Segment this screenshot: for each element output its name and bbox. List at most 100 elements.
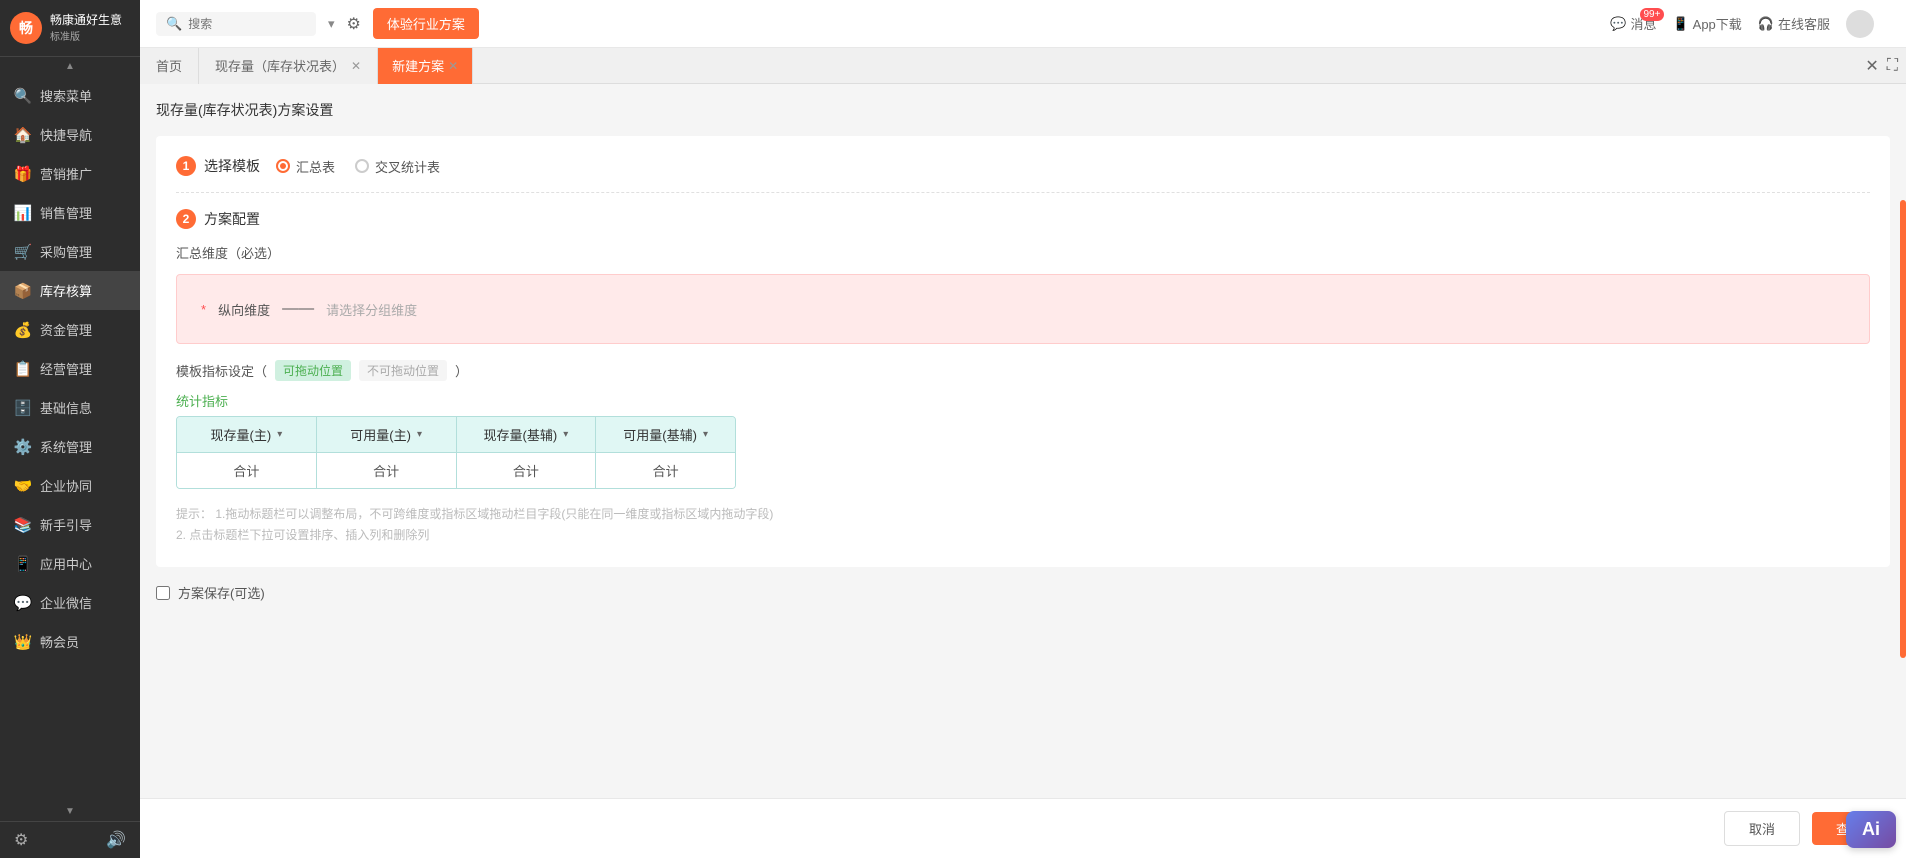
ai-badge[interactable]: Ai (1846, 811, 1896, 848)
main-area: 🔍 ▾ ⚙ 体验行业方案 💬 消息 99+ 📱 App下载 🎧 在线客服 (140, 0, 1906, 858)
non-draggable-badge: 不可拖动位置 (359, 360, 447, 381)
indicator-label-text: 模板指标设定（ (176, 361, 267, 380)
sidebar-item-sales[interactable]: 📊 销售管理 (0, 193, 140, 232)
notification-button[interactable]: 💬 消息 99+ (1610, 14, 1656, 33)
tab-inventory-status[interactable]: 现存量（库存状况表） ✕ (199, 48, 378, 84)
sidebar-label-wechat: 企业微信 (40, 593, 92, 612)
page-content: 现存量(库存状况表)方案设置 1 选择模板 汇总表 交叉统计表 (140, 84, 1906, 798)
system-icon: ⚙️ (14, 438, 32, 456)
indicator-table: 现存量(主)▾可用量(主)▾现存量(基辅)▾可用量(基辅)▾ 合计合计合计合计 (176, 416, 736, 489)
new-plan-tab-label: 新建方案 (392, 56, 444, 75)
new-plan-tab-close[interactable]: ✕ (448, 59, 458, 73)
avatar[interactable] (1846, 10, 1874, 38)
save-label: 方案保存(可选) (178, 583, 265, 602)
tips-section: 提示： 1.拖动标题栏可以调整布局，不可跨维度或指标区域拖动栏目字段(只能在同一… (176, 505, 1870, 543)
indicator-col-现存量(主)[interactable]: 现存量(主)▾ (177, 417, 317, 452)
trial-button[interactable]: 体验行业方案 (373, 8, 479, 39)
tab-new-plan[interactable]: 新建方案 ✕ (378, 48, 473, 84)
sidebar-label-newbie: 新手引导 (40, 515, 92, 534)
cancel-button[interactable]: 取消 (1724, 811, 1800, 846)
page-title: 现存量(库存状况表)方案设置 (156, 100, 1890, 120)
step1-num: 1 (176, 156, 196, 176)
sidebar-item-wechat[interactable]: 💬企业微信 (0, 583, 140, 622)
sidebar-scroll-up[interactable]: ▲ (0, 57, 140, 76)
save-checkbox[interactable] (156, 586, 170, 600)
sidebar-item-shortcut[interactable]: 🏠快捷导航 (0, 115, 140, 154)
dimension-placeholder: 请选择分组维度 (326, 300, 417, 319)
sidebar-item-marketing[interactable]: 🎁营销推广 (0, 154, 140, 193)
sidebar-item-search[interactable]: 🔍搜索菜单 (0, 76, 140, 115)
dimension-section-label: 汇总维度（必选） (176, 243, 1870, 262)
indicator-col-现存量(基辅)[interactable]: 现存量(基辅)▾ (457, 417, 597, 452)
sidebar-item-vip[interactable]: 👑畅会员 (0, 622, 140, 661)
sound-icon[interactable]: 🔊 (106, 830, 126, 850)
dropdown-icon[interactable]: ▾ (328, 16, 335, 32)
search-input[interactable] (188, 17, 298, 31)
radio-cross-label: 交叉统计表 (375, 157, 440, 176)
indicator-settings: 模板指标设定（ 可拖动位置 不可拖动位置 ） 统计指标 现存量(主)▾可用量(主… (176, 360, 1870, 489)
sidebar-scroll-down[interactable]: ▼ (0, 802, 140, 821)
chevron-down-icon: ▾ (703, 429, 708, 440)
tip-line-1: 提示： 1.拖动标题栏可以调整布局，不可跨维度或指标区域拖动栏目字段(只能在同一… (176, 505, 1870, 522)
vip-icon: 👑 (14, 633, 32, 651)
service-button[interactable]: 🎧 在线客服 (1758, 14, 1830, 33)
sidebar-logo: 畅 畅康通好生意 标准版 (0, 0, 140, 57)
gear-icon[interactable]: ⚙ (347, 14, 361, 34)
newbie-icon: 📚 (14, 516, 32, 534)
save-option: 方案保存(可选) (156, 583, 1890, 602)
sidebar-item-appcenter[interactable]: 📱应用中心 (0, 544, 140, 583)
dimension-area[interactable]: * 纵向维度 —— 请选择分组维度 (176, 274, 1870, 344)
headset-icon: 🎧 (1758, 16, 1774, 32)
sidebar-label-corp: 企业协同 (40, 476, 92, 495)
tabbar: 首页 现存量（库存状况表） ✕ 新建方案 ✕ ✕ ⛶ (140, 48, 1906, 84)
draggable-badge: 可拖动位置 (275, 360, 351, 381)
sidebar-label-system: 系统管理 (40, 437, 92, 456)
topbar: 🔍 ▾ ⚙ 体验行业方案 💬 消息 99+ 📱 App下载 🎧 在线客服 (140, 0, 1906, 48)
close-tab-button[interactable]: ✕ (1865, 56, 1878, 76)
sidebar-item-newbie[interactable]: 📚 新手引导 (0, 505, 140, 544)
step1-title: 选择模板 (204, 156, 260, 176)
sidebar-label-basic: 基础信息 (40, 398, 92, 417)
inventory-tab-close[interactable]: ✕ (351, 59, 361, 73)
radio-cross[interactable]: 交叉统计表 (355, 157, 440, 176)
config-card: 1 选择模板 汇总表 交叉统计表 (156, 136, 1890, 567)
sidebar: 畅 畅康通好生意 标准版 ▲ 🔍搜索菜单🏠快捷导航🎁营销推广 📊 销售管理 🛒采购管理… (0, 0, 140, 858)
basic-icon: 🗄️ (14, 399, 32, 417)
app-download-button[interactable]: 📱 App下载 (1672, 14, 1741, 33)
search-bar[interactable]: 🔍 (156, 12, 316, 36)
sidebar-item-purchase[interactable]: 🛒采购管理 (0, 232, 140, 271)
indicator-col-可用量(基辅)[interactable]: 可用量(基辅)▾ (596, 417, 735, 452)
dimension-label: 纵向维度 (218, 300, 270, 319)
radio-summary[interactable]: 汇总表 (276, 157, 335, 176)
finance-icon: 💰 (14, 321, 32, 339)
tips-label: 提示： (176, 507, 212, 521)
chevron-down-icon: ▾ (563, 429, 568, 440)
indicator-col-可用量(主)[interactable]: 可用量(主)▾ (317, 417, 457, 452)
sales-icon: 📊 (14, 204, 32, 222)
sidebar-item-finance[interactable]: 💰资金管理 (0, 310, 140, 349)
expand-tab-button[interactable]: ⛶ (1887, 57, 1898, 75)
notif-badge: 99+ (1640, 8, 1665, 21)
sidebar-item-inventory[interactable]: 📦库存核算 (0, 271, 140, 310)
indicator-table-row-0: 合计合计合计合计 (177, 452, 735, 488)
right-scroll-strip[interactable] (1900, 200, 1906, 658)
dimension-row: * 纵向维度 —— 请选择分组维度 (201, 300, 417, 319)
sidebar-label-sales: 销售管理 (40, 203, 92, 222)
tip-line-2: 2. 点击标题栏下拉可设置排序、插入列和删除列 (176, 526, 1870, 543)
sidebar-label-shortcut: 快捷导航 (40, 125, 92, 144)
sidebar-item-corp[interactable]: 🤝 企业协同 (0, 466, 140, 505)
search-icon: 🔍 (166, 16, 182, 32)
sidebar-item-ops[interactable]: 📋经营管理 (0, 349, 140, 388)
sidebar-bottom: ⚙ 🔊 (0, 821, 140, 858)
stats-section-label: 统计指标 (176, 391, 1870, 410)
settings-icon[interactable]: ⚙ (14, 830, 28, 850)
sidebar-item-basic[interactable]: 🗄️ 基础信息 (0, 388, 140, 427)
corp-icon: 🤝 (14, 477, 32, 495)
indicator-cell-0-3: 合计 (596, 453, 735, 488)
tab-home[interactable]: 首页 (140, 48, 199, 84)
step2-header: 2 方案配置 (176, 209, 1870, 229)
radio-summary-label: 汇总表 (296, 157, 335, 176)
template-radio-group: 汇总表 交叉统计表 (276, 157, 440, 176)
sidebar-item-system[interactable]: ⚙️ 系统管理 (0, 427, 140, 466)
search-icon: 🔍 (14, 87, 32, 105)
